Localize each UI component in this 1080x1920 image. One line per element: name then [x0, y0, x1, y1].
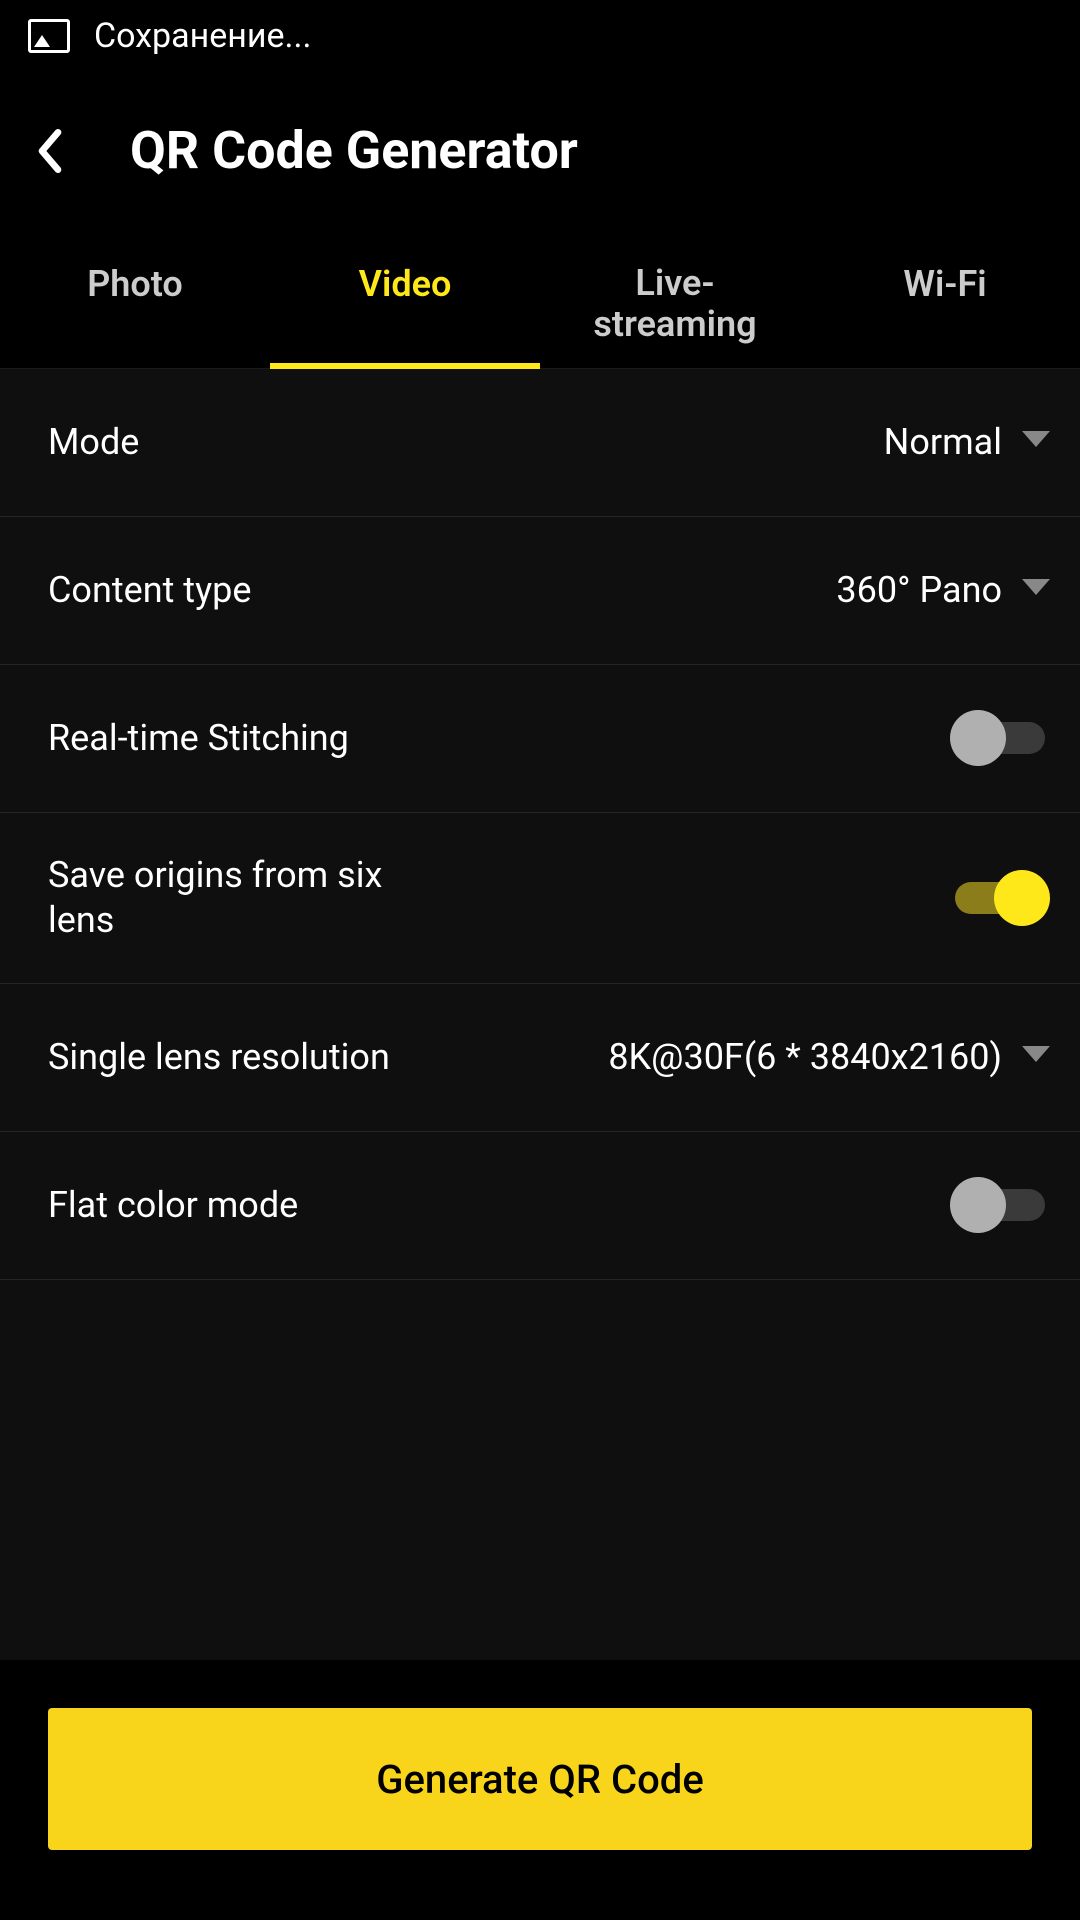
- image-save-icon: [28, 19, 70, 53]
- setting-mode-label: Mode: [48, 420, 139, 465]
- page-title: QR Code Generator: [130, 120, 578, 181]
- bottom-action-area: Generate QR Code: [0, 1660, 1080, 1920]
- setting-single-lens-resolution-value-wrap: 8K@30F(6 * 3840x2160): [608, 1036, 1050, 1078]
- setting-mode-value: Normal: [884, 421, 1002, 463]
- setting-single-lens-resolution-label: Single lens resolution: [48, 1035, 390, 1080]
- tab-livestreaming[interactable]: Live- streaming: [540, 241, 810, 368]
- toggle-save-origins[interactable]: [950, 870, 1050, 926]
- chevron-down-icon: [1022, 431, 1050, 453]
- chevron-down-icon: [1022, 579, 1050, 601]
- generate-qr-button[interactable]: Generate QR Code: [48, 1708, 1032, 1850]
- setting-single-lens-resolution[interactable]: Single lens resolution 8K@30F(6 * 3840x2…: [0, 984, 1080, 1132]
- tab-photo[interactable]: Photo: [0, 241, 270, 368]
- status-bar: Сохранение...: [0, 0, 1080, 72]
- setting-mode[interactable]: Mode Normal: [0, 369, 1080, 517]
- tab-wifi[interactable]: Wi-Fi: [810, 241, 1080, 368]
- toggle-realtime-stitching[interactable]: [950, 710, 1050, 766]
- fill-area: [0, 1280, 1080, 1680]
- setting-flat-color-mode-label: Flat color mode: [48, 1183, 298, 1228]
- setting-save-origins-label: Save origins from six lens: [48, 853, 408, 943]
- setting-single-lens-resolution-value: 8K@30F(6 * 3840x2160): [608, 1036, 1002, 1078]
- setting-content-type-label: Content type: [48, 568, 251, 613]
- settings-list: Mode Normal Content type 360° Pano Real-…: [0, 369, 1080, 1280]
- setting-realtime-stitching-label: Real-time Stitching: [48, 716, 349, 761]
- tab-video[interactable]: Video: [270, 241, 540, 368]
- back-icon[interactable]: [30, 131, 70, 171]
- setting-mode-value-wrap: Normal: [884, 421, 1050, 463]
- setting-content-type-value-wrap: 360° Pano: [836, 569, 1050, 611]
- setting-save-origins: Save origins from six lens: [0, 813, 1080, 984]
- header: QR Code Generator: [0, 72, 1080, 241]
- setting-content-type[interactable]: Content type 360° Pano: [0, 517, 1080, 665]
- chevron-down-icon: [1022, 1046, 1050, 1068]
- setting-flat-color-mode: Flat color mode: [0, 1132, 1080, 1280]
- toggle-flat-color-mode[interactable]: [950, 1177, 1050, 1233]
- setting-realtime-stitching: Real-time Stitching: [0, 665, 1080, 813]
- tabs: Photo Video Live- streaming Wi-Fi: [0, 241, 1080, 369]
- status-saving-text: Сохранение...: [94, 16, 311, 56]
- setting-content-type-value: 360° Pano: [836, 569, 1002, 611]
